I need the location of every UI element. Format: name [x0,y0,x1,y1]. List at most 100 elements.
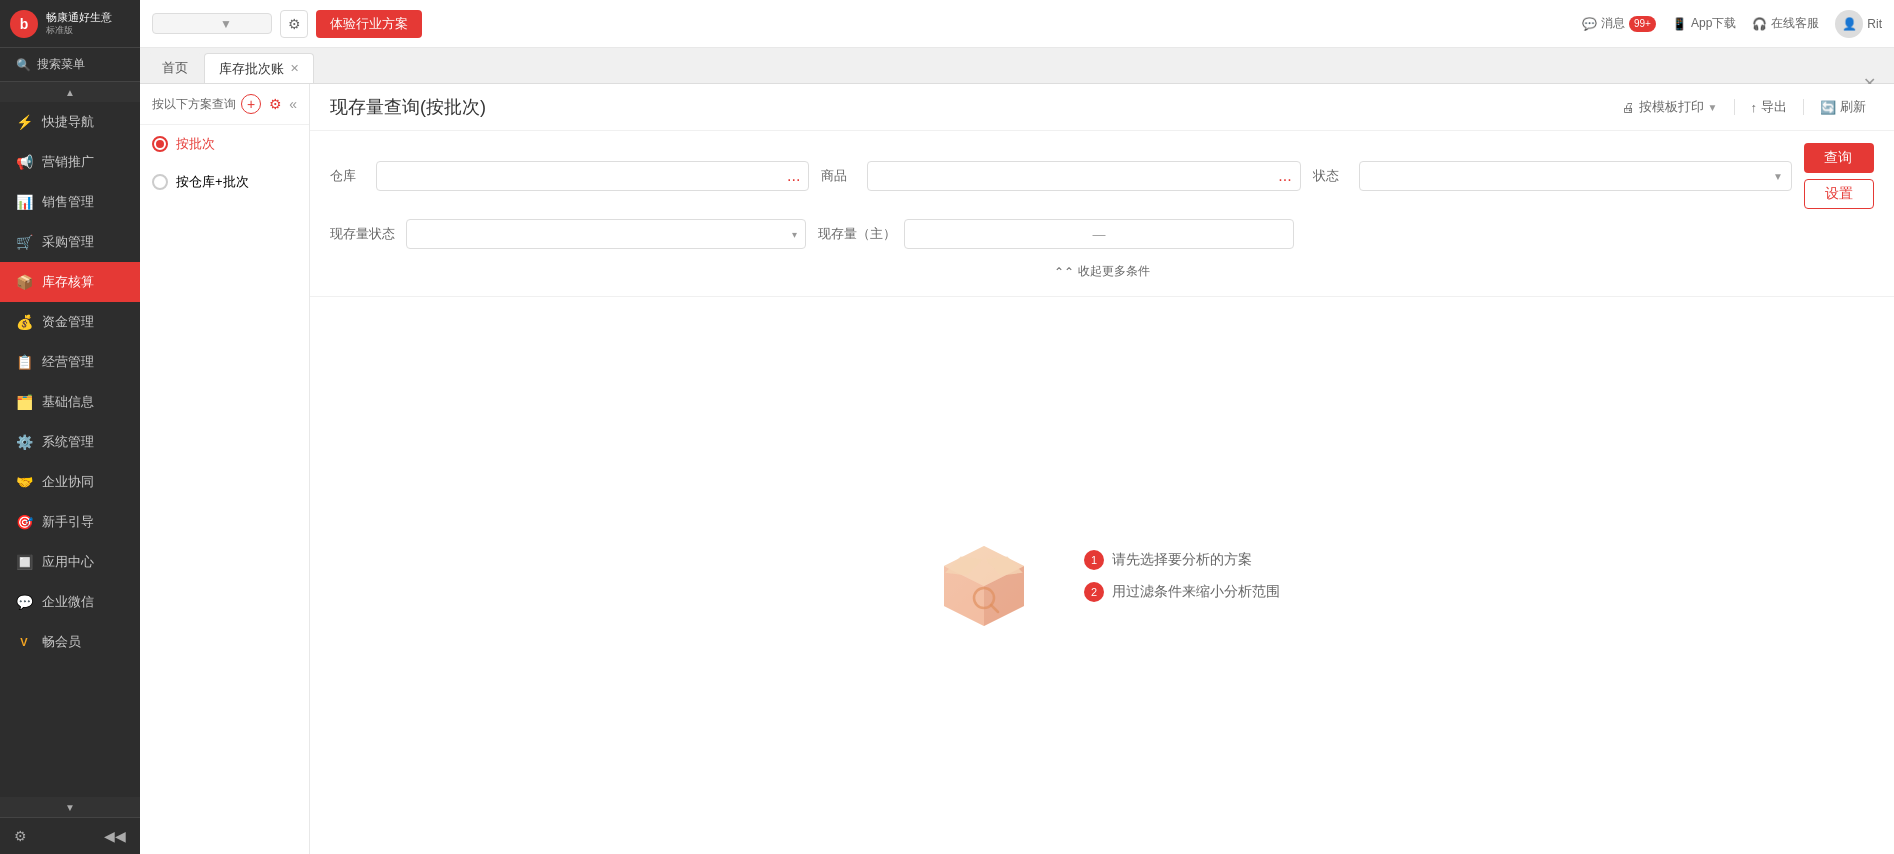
app-download-label: App下载 [1691,15,1736,32]
status-select[interactable]: ▼ [1359,161,1792,191]
sidebar-item-marketing[interactable]: 📢 营销推广 [0,142,140,182]
purchase-icon: 🛒 [14,232,34,252]
company-name: 畅康通好生意 [46,10,112,24]
print-label: 按模板打印 [1639,98,1704,116]
app-center-icon: 🔲 [14,552,34,572]
sidebar-label: 新手引导 [42,513,94,531]
search-icon: 🔍 [16,58,31,72]
collapse-panel-icon[interactable]: « [289,96,297,112]
company-info: 畅康通好生意 标准版 [46,10,112,37]
avatar: 👤 [1835,10,1863,38]
sidebar-label: 应用中心 [42,553,94,571]
settings-icon[interactable]: ⚙ [14,828,27,844]
page-actions: 🖨 按模板打印 ▼ ↑ 导出 🔄 刷新 [1614,94,1874,120]
stock-amount-range[interactable]: — [904,219,1294,249]
stock-amount-min[interactable] [913,227,1087,242]
sidebar-item-newbie[interactable]: 🎯 新手引导 [0,502,140,542]
tip-2-text: 用过滤条件来缩小分析范围 [1112,583,1280,601]
stock-amount-max[interactable] [1112,227,1286,242]
breadcrumb[interactable]: ▼ [152,13,272,34]
tip-item-1: 1 请先选择要分析的方案 [1084,550,1280,570]
sidebar-nav: ⚡ 快捷导航 📢 营销推广 📊 销售管理 🛒 采购管理 📦 库存核算 💰 资金管… [0,102,140,797]
refresh-label: 刷新 [1840,98,1866,116]
refresh-btn[interactable]: 🔄 刷新 [1812,94,1874,120]
sidebar-item-member[interactable]: V 畅会员 [0,622,140,662]
collapse-label: 收起更多条件 [1078,263,1150,280]
tab-home-label: 首页 [162,59,188,77]
scroll-down-btn[interactable]: ▼ [0,797,140,817]
sidebar-item-wechat[interactable]: 💬 企业微信 [0,582,140,622]
sidebar-item-system[interactable]: ⚙️ 系统管理 [0,422,140,462]
app-download-btn[interactable]: 📱 App下载 [1672,15,1736,32]
export-icon: ↑ [1751,100,1758,115]
stock-status-chevron-icon: ▾ [792,229,797,240]
divider2 [1803,99,1804,115]
app-logo: b [10,10,38,38]
topbar-left: ▼ ⚙ 体验行业方案 [152,10,422,38]
product-dots-icon[interactable]: ... [1278,167,1291,185]
chevron-up-icon: ⌃⌃ [1054,265,1074,279]
plan-settings-btn[interactable]: ⚙ [265,94,285,114]
sidebar-item-quick-nav[interactable]: ⚡ 快捷导航 [0,102,140,142]
sidebar-item-app-center[interactable]: 🔲 应用中心 [0,542,140,582]
filter-row-2: 现存量状态 ▾ 现存量（主） — [330,219,1874,249]
print-btn[interactable]: 🖨 按模板打印 ▼ [1614,94,1726,120]
operation-icon: 📋 [14,352,34,372]
plan-radio-batch [152,136,168,152]
sidebar-item-operation[interactable]: 📋 经营管理 [0,342,140,382]
sidebar-label: 基础信息 [42,393,94,411]
tab-home[interactable]: 首页 [148,53,202,83]
left-panel-title: 按以下方案查询 [152,96,236,113]
sidebar-label: 企业协同 [42,473,94,491]
filter-settings-btn[interactable]: 设置 [1804,179,1874,209]
sidebar-item-purchase[interactable]: 🛒 采购管理 [0,222,140,262]
sidebar-item-basic[interactable]: 🗂️ 基础信息 [0,382,140,422]
right-panel: 现存量查询(按批次) 🖨 按模板打印 ▼ ↑ 导出 🔄 [310,84,1894,854]
sidebar-item-collab[interactable]: 🤝 企业协同 [0,462,140,502]
sidebar-item-inventory[interactable]: 📦 库存核算 [0,262,140,302]
product-filter: 商品 ... [821,161,1300,191]
stock-status-select[interactable]: ▾ [406,219,806,249]
main-area: ▼ ⚙ 体验行业方案 💬 消息 99+ 📱 App下载 🎧 在线客服 👤 Rit [140,0,1894,854]
tab-inventory-batch-label: 库存批次账 [219,60,284,78]
query-btn[interactable]: 查询 [1804,143,1874,173]
sidebar-label: 系统管理 [42,433,94,451]
empty-tips: 1 请先选择要分析的方案 2 用过滤条件来缩小分析范围 [1084,550,1280,602]
plan-item-by-batch[interactable]: 按批次 [140,125,309,163]
left-panel-actions: + ⚙ « [241,94,297,114]
add-plan-btn[interactable]: + [241,94,261,114]
topbar-right: 💬 消息 99+ 📱 App下载 🎧 在线客服 👤 Rit [1582,10,1882,38]
export-btn[interactable]: ↑ 导出 [1743,94,1796,120]
sidebar-footer: ⚙ ◀◀ [0,817,140,854]
content-area: 按以下方案查询 + ⚙ « 按批次 按仓库+批次 [140,84,1894,854]
print-icon: 🖨 [1622,100,1635,115]
warehouse-input[interactable]: ... [376,161,809,191]
collapse-sidebar-icon[interactable]: ◀◀ [104,828,126,844]
tab-inventory-batch[interactable]: 库存批次账 ✕ [204,53,314,83]
page-header: 现存量查询(按批次) 🖨 按模板打印 ▼ ↑ 导出 🔄 [310,84,1894,131]
stock-status-filter: 现存量状态 ▾ [330,219,806,249]
scroll-up-btn[interactable]: ▲ [0,82,140,102]
warehouse-dots-icon[interactable]: ... [787,167,800,185]
search-menu-item[interactable]: 🔍 搜索菜单 [0,48,140,82]
tip-1-text: 请先选择要分析的方案 [1112,551,1252,569]
user-menu[interactable]: 👤 Rit [1835,10,1882,38]
experience-btn[interactable]: 体验行业方案 [316,10,422,38]
customer-service-btn[interactable]: 🎧 在线客服 [1752,15,1819,32]
plan-item-by-warehouse-batch[interactable]: 按仓库+批次 [140,163,309,201]
app-edition: 标准版 [46,24,112,37]
topbar-settings-btn[interactable]: ⚙ [280,10,308,38]
sidebar-item-sales[interactable]: 📊 销售管理 [0,182,140,222]
collapse-conditions-btn[interactable]: ⌃⌃ 收起更多条件 [330,259,1874,284]
sidebar-label: 快捷导航 [42,113,94,131]
sidebar-item-finance[interactable]: 💰 资金管理 [0,302,140,342]
empty-box-svg [924,516,1044,636]
quick-nav-icon: ⚡ [14,112,34,132]
messages-btn[interactable]: 💬 消息 99+ [1582,15,1656,32]
newbie-icon: 🎯 [14,512,34,532]
tab-close-icon[interactable]: ✕ [290,62,299,75]
member-icon: V [14,632,34,652]
wechat-icon: 💬 [14,592,34,612]
product-input[interactable]: ... [867,161,1300,191]
sidebar-label: 企业微信 [42,593,94,611]
